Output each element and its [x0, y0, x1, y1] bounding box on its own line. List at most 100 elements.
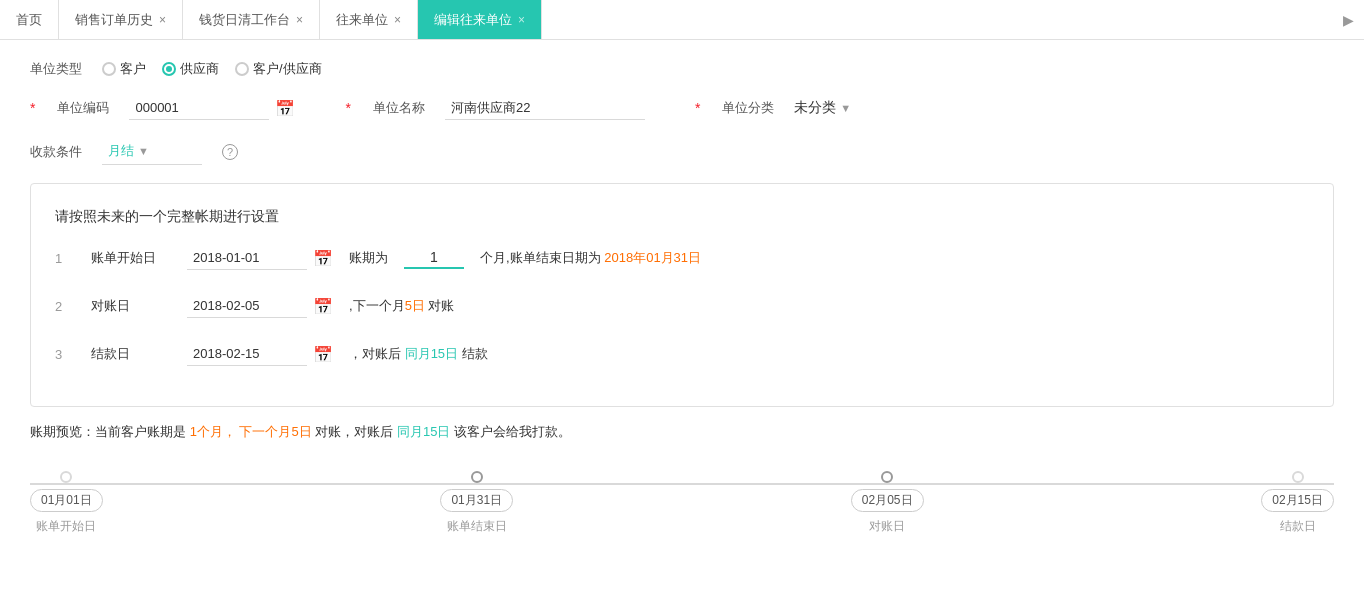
tl-label-0: 01月01日: [30, 489, 103, 512]
timeline-points: 01月01日 账单开始日 01月31日 账单结束日 02月05日 对账日 02月…: [30, 471, 1334, 535]
period-field-label-3: 结款日: [91, 345, 171, 363]
tab-sales-history[interactable]: 销售订单历史 ×: [59, 0, 183, 39]
period-num-3: 3: [55, 347, 75, 362]
period-desc-1: 账期为: [349, 249, 388, 267]
reconcile-day: 5日: [405, 298, 425, 313]
close-icon[interactable]: ×: [394, 13, 401, 27]
period-date-2-input[interactable]: [187, 294, 307, 318]
payment-condition-select[interactable]: 月结 ▼: [102, 138, 202, 165]
period-date-3-input[interactable]: [187, 342, 307, 366]
chevron-down-icon: ▼: [840, 102, 851, 114]
required-star-code: *: [30, 100, 35, 116]
radio-supplier[interactable]: 供应商: [162, 60, 219, 78]
period-card-title: 请按照未来的一个完整帐期进行设置: [55, 208, 1309, 226]
calendar-icon-1[interactable]: 📅: [313, 249, 333, 268]
required-star-name: *: [345, 100, 350, 116]
tl-sublabel-0: 账单开始日: [36, 518, 96, 535]
payment-condition-value: 月结: [108, 142, 134, 160]
unit-info-row: * 单位编码 📅 * 单位名称 * 单位分类 未分类 ▼: [30, 96, 1334, 120]
period-date-1-wrapper: 📅: [187, 246, 333, 270]
close-icon[interactable]: ×: [518, 13, 525, 27]
period-num-1: 1: [55, 251, 75, 266]
radio-customer-supplier-label: 客户/供应商: [253, 60, 322, 78]
tab-home-label: 首页: [16, 11, 42, 29]
tl-dot-0: [60, 471, 72, 483]
unit-name-input[interactable]: [445, 96, 645, 120]
tab-cash-work-label: 钱货日清工作台: [199, 11, 290, 29]
chevron-down-icon: ▼: [138, 145, 149, 157]
preview-prefix: 账期预览：当前客户账期是: [30, 424, 186, 439]
tl-dot-3: [1292, 471, 1304, 483]
close-icon[interactable]: ×: [296, 13, 303, 27]
period-date-1-input[interactable]: [187, 246, 307, 270]
timeline-point-1: 01月31日 账单结束日: [440, 471, 513, 535]
period-card: 请按照未来的一个完整帐期进行设置 1 账单开始日 📅 账期为 个月,账单结束日期…: [30, 183, 1334, 407]
radio-customer-supplier-circle: [235, 62, 249, 76]
timeline-point-3: 02月15日 结款日: [1261, 471, 1334, 535]
period-num-2: 2: [55, 299, 75, 314]
tabs-bar: 首页 销售订单历史 × 钱货日清工作台 × 往来单位 × 编辑往来单位 × ▶: [0, 0, 1364, 40]
unit-code-label: 单位编码: [57, 99, 109, 117]
tab-edit-partner-label: 编辑往来单位: [434, 11, 512, 29]
tab-partner-label: 往来单位: [336, 11, 388, 29]
tl-label-1: 01月31日: [440, 489, 513, 512]
help-icon[interactable]: ?: [222, 144, 238, 160]
calendar-icon-3[interactable]: 📅: [313, 345, 333, 364]
required-star-category: *: [695, 100, 700, 116]
unit-name-label: 单位名称: [373, 99, 425, 117]
preview-suffix: 该客户会给我打款。: [454, 424, 571, 439]
month-input[interactable]: [404, 247, 464, 269]
preview-mid: 对账，对账后: [315, 424, 393, 439]
close-icon[interactable]: ×: [159, 13, 166, 27]
preview-text: 账期预览：当前客户账期是 1个月， 下一个月5日 对账，对账后 同月15日 该客…: [30, 423, 1334, 441]
radio-supplier-circle: [162, 62, 176, 76]
calendar-icon-2[interactable]: 📅: [313, 297, 333, 316]
period-row-3: 3 结款日 📅 ，对账后 同月15日 结款: [55, 342, 1309, 366]
timeline-point-0: 01月01日 账单开始日: [30, 471, 103, 535]
tab-partner[interactable]: 往来单位 ×: [320, 0, 418, 39]
radio-customer-circle: [102, 62, 116, 76]
timeline-point-2: 02月05日 对账日: [851, 471, 924, 535]
tab-edit-partner[interactable]: 编辑往来单位 ×: [418, 0, 542, 39]
tab-cash-work[interactable]: 钱货日清工作台 ×: [183, 0, 320, 39]
preview-val3: 同月15日: [397, 424, 450, 439]
period-date-2-wrapper: 📅: [187, 294, 333, 318]
period-row-2: 2 对账日 📅 ,下一个月5日 对账: [55, 294, 1309, 318]
unit-category-label: 单位分类: [722, 99, 774, 117]
period-desc-1b: 个月,账单结束日期为 2018年01月31日: [480, 249, 701, 267]
period-field-label-1: 账单开始日: [91, 249, 171, 267]
period-end-date: 2018年01月31日: [604, 250, 701, 265]
tl-sublabel-2: 对账日: [869, 518, 905, 535]
timeline-container: 01月01日 账单开始日 01月31日 账单结束日 02月05日 对账日 02月…: [30, 461, 1334, 545]
period-field-label-2: 对账日: [91, 297, 171, 315]
period-row-1: 1 账单开始日 📅 账期为 个月,账单结束日期为 2018年01月31日: [55, 246, 1309, 270]
payment-row: 收款条件 月结 ▼ ?: [30, 138, 1334, 165]
unit-code-field-wrapper: 📅: [129, 96, 295, 120]
period-desc-2: ,下一个月5日 对账: [349, 297, 454, 315]
payment-condition-label: 收款条件: [30, 143, 82, 161]
radio-supplier-label: 供应商: [180, 60, 219, 78]
payment-day: 同月15日: [405, 346, 458, 361]
tl-sublabel-3: 结款日: [1280, 518, 1316, 535]
unit-type-radio-group: 客户 供应商 客户/供应商: [102, 60, 322, 78]
unit-type-row: 单位类型 客户 供应商 客户/供应商: [30, 60, 1334, 78]
tl-sublabel-1: 账单结束日: [447, 518, 507, 535]
unit-type-label: 单位类型: [30, 60, 82, 78]
period-desc-3: ，对账后 同月15日 结款: [349, 345, 488, 363]
tl-dot-2: [881, 471, 893, 483]
unit-category-select[interactable]: 未分类 ▼: [794, 99, 874, 117]
tl-dot-1: [471, 471, 483, 483]
unit-code-icon[interactable]: 📅: [275, 99, 295, 118]
tab-sales-history-label: 销售订单历史: [75, 11, 153, 29]
radio-customer-supplier[interactable]: 客户/供应商: [235, 60, 322, 78]
radio-customer-label: 客户: [120, 60, 146, 78]
radio-customer[interactable]: 客户: [102, 60, 146, 78]
tab-arrow[interactable]: ▶: [1333, 12, 1364, 28]
unit-code-input[interactable]: [129, 96, 269, 120]
unit-category-value: 未分类: [794, 99, 836, 117]
main-content: 单位类型 客户 供应商 客户/供应商 * 单位编码 📅 * 单位名称 *: [0, 40, 1364, 608]
tab-home[interactable]: 首页: [0, 0, 59, 39]
preview-val2: 下一个月5日: [239, 424, 311, 439]
tl-label-2: 02月05日: [851, 489, 924, 512]
preview-val1: 1个月，: [190, 424, 236, 439]
